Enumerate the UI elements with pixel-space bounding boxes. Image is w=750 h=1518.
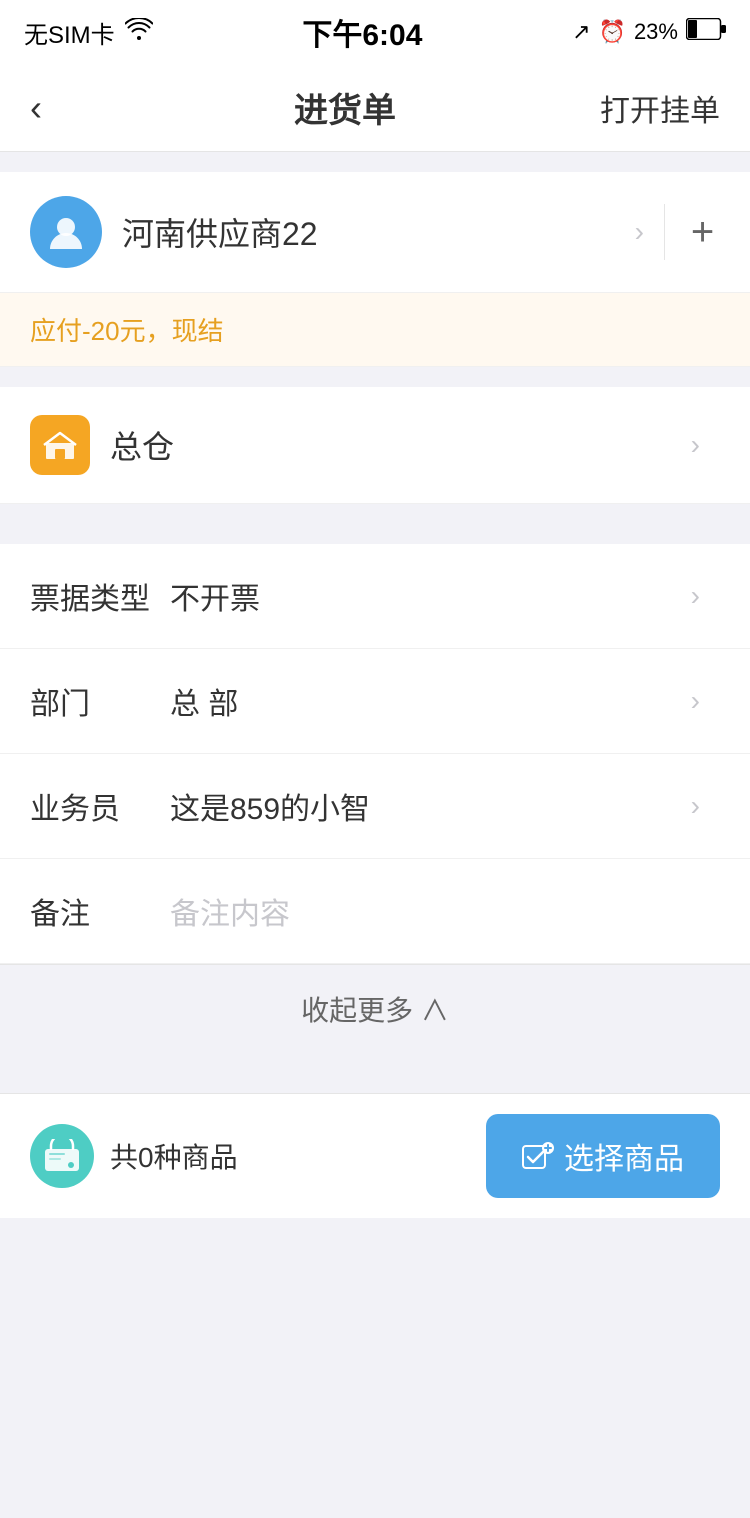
select-product-button[interactable]: 选择商品 bbox=[486, 1114, 720, 1198]
department-chevron-icon: › bbox=[691, 685, 700, 717]
back-button[interactable]: ‹ bbox=[30, 87, 90, 129]
battery-text: 23% bbox=[634, 19, 678, 45]
supplier-avatar bbox=[30, 196, 102, 268]
status-left: 无SIM卡 bbox=[24, 15, 153, 50]
page-title: 进货单 bbox=[294, 83, 396, 132]
supplier-card: 河南供应商22 › + 应付-20元，现结 bbox=[0, 172, 750, 367]
product-count-text: 共0种商品 bbox=[110, 1136, 238, 1176]
wifi-icon bbox=[125, 18, 153, 47]
open-pending-button[interactable]: 打开挂单 bbox=[600, 86, 720, 130]
section-gap-1 bbox=[0, 152, 750, 172]
section-gap-3 bbox=[0, 504, 750, 524]
remark-row[interactable]: 备注 备注内容 bbox=[0, 859, 750, 964]
notice-text: 应付-20元，现结 bbox=[30, 316, 224, 346]
collapse-label: 收起更多 ∧ bbox=[301, 989, 449, 1029]
status-right: ↗ ⏰ 23% bbox=[572, 18, 726, 46]
invoice-type-label: 票据类型 bbox=[30, 574, 170, 618]
bottom-bar: 共0种商品 选择商品 bbox=[0, 1093, 750, 1218]
product-icon bbox=[30, 1124, 94, 1188]
warehouse-row[interactable]: 总仓 › bbox=[0, 387, 750, 504]
notice-bar: 应付-20元，现结 bbox=[0, 293, 750, 367]
form-section: 票据类型 不开票 › 部门 总 部 › 业务员 这是859的小智 › 备注 备注… bbox=[0, 544, 750, 964]
section-gap-4 bbox=[0, 1053, 750, 1073]
salesperson-label: 业务员 bbox=[30, 784, 170, 828]
gray-fill-area bbox=[0, 1218, 750, 1518]
salesperson-value: 这是859的小智 bbox=[170, 784, 691, 828]
nav-bar: ‹ 进货单 打开挂单 bbox=[0, 64, 750, 152]
product-count-area: 共0种商品 bbox=[30, 1124, 238, 1188]
supplier-row[interactable]: 河南供应商22 › + bbox=[0, 172, 750, 293]
invoice-type-chevron-icon: › bbox=[691, 580, 700, 612]
remark-placeholder: 备注内容 bbox=[170, 889, 720, 933]
department-label: 部门 bbox=[30, 679, 170, 723]
alarm-icon: ⏰ bbox=[599, 19, 626, 45]
warehouse-icon bbox=[30, 415, 90, 475]
warehouse-name: 总仓 bbox=[110, 422, 691, 468]
supplier-chevron-icon: › bbox=[635, 216, 644, 248]
add-supplier-button[interactable]: + bbox=[664, 204, 720, 260]
department-value: 总 部 bbox=[170, 679, 691, 723]
battery-icon bbox=[686, 18, 726, 46]
status-bar: 无SIM卡 下午6:04 ↗ ⏰ 23% bbox=[0, 0, 750, 64]
department-row[interactable]: 部门 总 部 › bbox=[0, 649, 750, 754]
invoice-type-row[interactable]: 票据类型 不开票 › bbox=[0, 544, 750, 649]
salesperson-row[interactable]: 业务员 这是859的小智 › bbox=[0, 754, 750, 859]
status-time: 下午6:04 bbox=[302, 10, 422, 54]
invoice-type-value: 不开票 bbox=[170, 574, 691, 618]
select-product-label: 选择商品 bbox=[564, 1134, 684, 1178]
supplier-name: 河南供应商22 bbox=[122, 209, 635, 255]
section-gap-2 bbox=[0, 367, 750, 387]
collapse-button[interactable]: 收起更多 ∧ bbox=[0, 964, 750, 1053]
remark-label: 备注 bbox=[30, 889, 170, 933]
location-icon: ↗ bbox=[572, 19, 590, 45]
warehouse-chevron-icon: › bbox=[691, 429, 700, 461]
salesperson-chevron-icon: › bbox=[691, 790, 700, 822]
carrier-text: 无SIM卡 bbox=[24, 15, 115, 50]
